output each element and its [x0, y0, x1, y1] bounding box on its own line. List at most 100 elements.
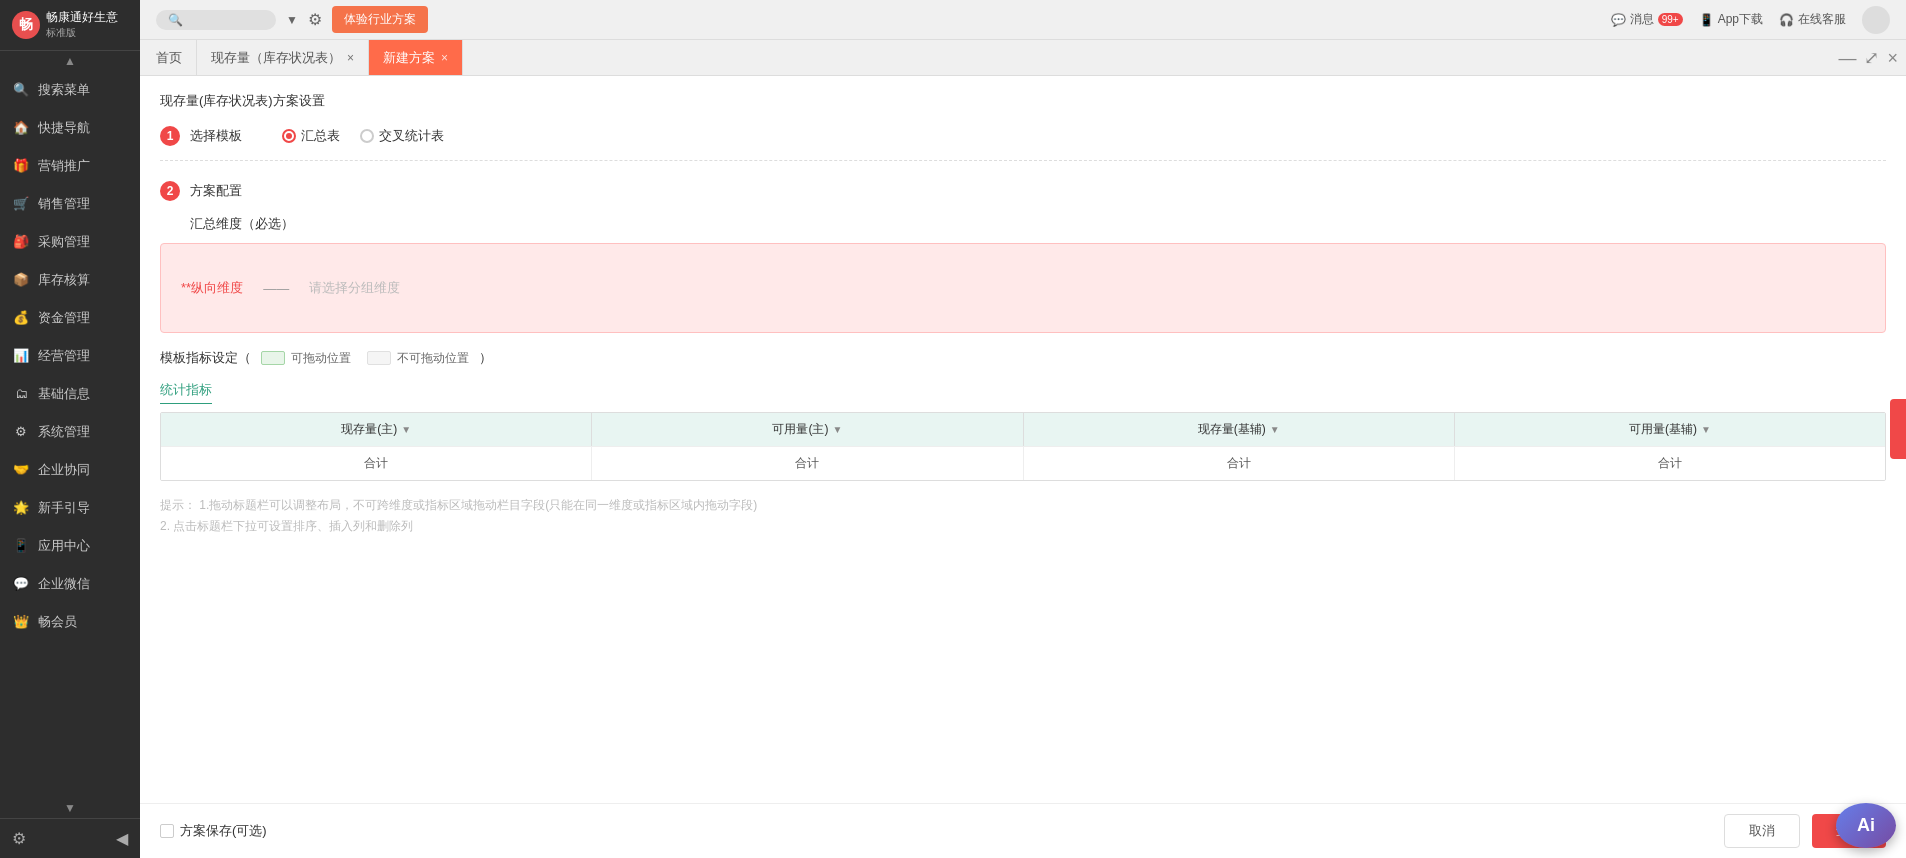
col-header-1-chevron: ▼	[832, 424, 842, 435]
tab-minimize-icon[interactable]: —	[1838, 49, 1856, 67]
topbar-search-box[interactable]: 🔍	[156, 10, 276, 30]
step1-num: 1	[160, 126, 180, 146]
radio-summary[interactable]: 汇总表	[282, 127, 340, 145]
col-cell-0-0: 合计	[161, 447, 592, 480]
trial-button[interactable]: 体验行业方案	[332, 6, 428, 33]
draggable-box	[261, 351, 285, 365]
mobile-icon: 📱	[12, 537, 30, 555]
step2-num: 2	[160, 181, 180, 201]
online-support-button[interactable]: 🎧 在线客服	[1779, 11, 1846, 28]
sidebar-item-newbie[interactable]: 🌟 新手引导	[0, 489, 140, 527]
sidebar-scroll-up[interactable]: ▲	[0, 51, 140, 71]
sidebar-item-wechat[interactable]: 💬 企业微信	[0, 565, 140, 603]
dropdown-arrow[interactable]: ▼	[286, 13, 298, 27]
sidebar-item-marketing[interactable]: 🎁 营销推广	[0, 147, 140, 185]
dimension-area[interactable]: **纵向维度 —— 请选择分组维度	[160, 243, 1886, 333]
message-icon: 💬	[1611, 13, 1626, 27]
sidebar-item-basic[interactable]: 🗂 基础信息	[0, 375, 140, 413]
sidebar-item-coop[interactable]: 🤝 企业协同	[0, 451, 140, 489]
crown-icon: 👑	[12, 613, 30, 631]
radio-crosstab-circle[interactable]	[360, 129, 374, 143]
radio-crosstab[interactable]: 交叉统计表	[360, 127, 444, 145]
sidebar-item-label: 库存核算	[38, 271, 90, 289]
tab-new-plan[interactable]: 新建方案 ×	[369, 40, 463, 75]
sidebar-item-label: 畅会员	[38, 613, 77, 631]
topbar-left: 🔍 ▼ ⚙ 体验行业方案	[156, 6, 428, 33]
sidebar-search-label: 搜索菜单	[38, 81, 90, 99]
app-name-block: 畅康通好生意 标准版	[46, 10, 118, 40]
topbar-right: 💬 消息 99+ 📱 App下载 🎧 在线客服	[1611, 6, 1890, 34]
sidebar-item-label: 基础信息	[38, 385, 90, 403]
save-label: 方案保存(可选)	[180, 822, 267, 840]
messages-badge: 99+	[1658, 13, 1683, 26]
col-header-3-chevron: ▼	[1701, 424, 1711, 435]
right-panel-toggle[interactable]	[1890, 399, 1906, 459]
summary-dimension-label: 汇总维度（必选）	[190, 215, 1886, 233]
step2-header: 2 方案配置	[160, 181, 1886, 201]
vertical-dimension-label: **纵向维度	[181, 279, 243, 297]
stats-table-row-0: 合计 合计 合计 合计	[161, 446, 1885, 480]
search-icon-small: 🔍	[168, 13, 183, 27]
tab-actions: — ⤢ ×	[1838, 49, 1906, 67]
gear-icon: ⚙	[12, 423, 30, 441]
save-checkbox[interactable]	[160, 824, 174, 838]
app-name: 畅康通好生意	[46, 10, 118, 26]
hint-section: 提示： 1.拖动标题栏可以调整布局，不可跨维度或指标区域拖动栏目字段(只能在同一…	[160, 497, 1886, 535]
sidebar-item-label: 系统管理	[38, 423, 90, 441]
sidebar: 畅 畅康通好生意 标准版 ▲ 🔍 搜索菜单 🏠 快捷导航 🎁 营销推广 🛒 销售…	[0, 0, 140, 858]
user-avatar[interactable]	[1862, 6, 1890, 34]
col-header-3[interactable]: 可用量(基辅) ▼	[1455, 413, 1885, 446]
step1-title: 选择模板	[190, 127, 242, 145]
sidebar-item-label: 资金管理	[38, 309, 90, 327]
sidebar-scroll-down[interactable]: ▼	[0, 798, 140, 818]
tab-close-icon[interactable]: ×	[1887, 49, 1898, 67]
ai-bubble[interactable]: Ai	[1836, 803, 1896, 848]
stats-table: 现存量(主) ▼ 可用量(主) ▼ 现存量(基辅) ▼	[160, 412, 1886, 481]
tab-expand-icon[interactable]: ⤢	[1864, 49, 1879, 67]
bottom-bar: 方案保存(可选) 取消 查询	[140, 803, 1906, 858]
col-cell-0-3: 合计	[1455, 447, 1885, 480]
sidebar-item-appcenter[interactable]: 📱 应用中心	[0, 527, 140, 565]
radio-crosstab-label: 交叉统计表	[379, 127, 444, 145]
app-download-label: App下载	[1718, 11, 1763, 28]
sidebar-item-search[interactable]: 🔍 搜索菜单	[0, 71, 140, 109]
radio-summary-circle[interactable]	[282, 129, 296, 143]
search-icon: 🔍	[12, 81, 30, 99]
sidebar-nav: 🏠 快捷导航 🎁 营销推广 🛒 销售管理 🎒 采购管理 📦 库存核算 💰 资金管…	[0, 109, 140, 798]
legend-fixed: 不可拖动位置	[367, 350, 469, 367]
sidebar-item-finance[interactable]: 💰 资金管理	[0, 299, 140, 337]
cancel-button[interactable]: 取消	[1724, 814, 1800, 848]
sidebar-item-system[interactable]: ⚙ 系统管理	[0, 413, 140, 451]
sidebar-item-business[interactable]: 📊 经营管理	[0, 337, 140, 375]
tab-inventory[interactable]: 现存量（库存状况表） ×	[197, 40, 369, 75]
tab-inventory-close[interactable]: ×	[347, 51, 354, 65]
page-title: 现存量(库存状况表)方案设置	[160, 92, 1886, 110]
sidebar-item-sales[interactable]: 🛒 销售管理	[0, 185, 140, 223]
col-header-3-label: 可用量(基辅)	[1629, 421, 1697, 438]
sidebar-item-member[interactable]: 👑 畅会员	[0, 603, 140, 641]
sidebar-item-purchase[interactable]: 🎒 采购管理	[0, 223, 140, 261]
col-header-0[interactable]: 现存量(主) ▼	[161, 413, 592, 446]
sidebar-item-quicknav[interactable]: 🏠 快捷导航	[0, 109, 140, 147]
money-icon: 💰	[12, 309, 30, 327]
step2-title: 方案配置	[190, 182, 242, 200]
col-header-2[interactable]: 现存量(基辅) ▼	[1024, 413, 1455, 446]
sidebar-item-inventory[interactable]: 📦 库存核算	[0, 261, 140, 299]
step1: 1 选择模板 汇总表 交叉统计表	[160, 126, 1886, 161]
dimension-placeholder: 请选择分组维度	[309, 279, 400, 297]
tab-home[interactable]: 首页	[140, 40, 197, 75]
settings-icon[interactable]: ⚙	[12, 829, 26, 848]
col-header-0-label: 现存量(主)	[341, 421, 397, 438]
topbar-gear-icon[interactable]: ⚙	[308, 10, 322, 29]
messages-button[interactable]: 💬 消息 99+	[1611, 11, 1683, 28]
star-icon: 🌟	[12, 499, 30, 517]
fixed-box	[367, 351, 391, 365]
collapse-icon[interactable]: ◀	[116, 829, 128, 848]
tab-home-label: 首页	[156, 49, 182, 67]
col-header-1[interactable]: 可用量(主) ▼	[592, 413, 1023, 446]
chat-icon: 💬	[12, 575, 30, 593]
sidebar-item-label: 营销推广	[38, 157, 90, 175]
messages-label: 消息	[1630, 11, 1654, 28]
tab-new-plan-close[interactable]: ×	[441, 51, 448, 65]
app-download-button[interactable]: 📱 App下载	[1699, 11, 1763, 28]
